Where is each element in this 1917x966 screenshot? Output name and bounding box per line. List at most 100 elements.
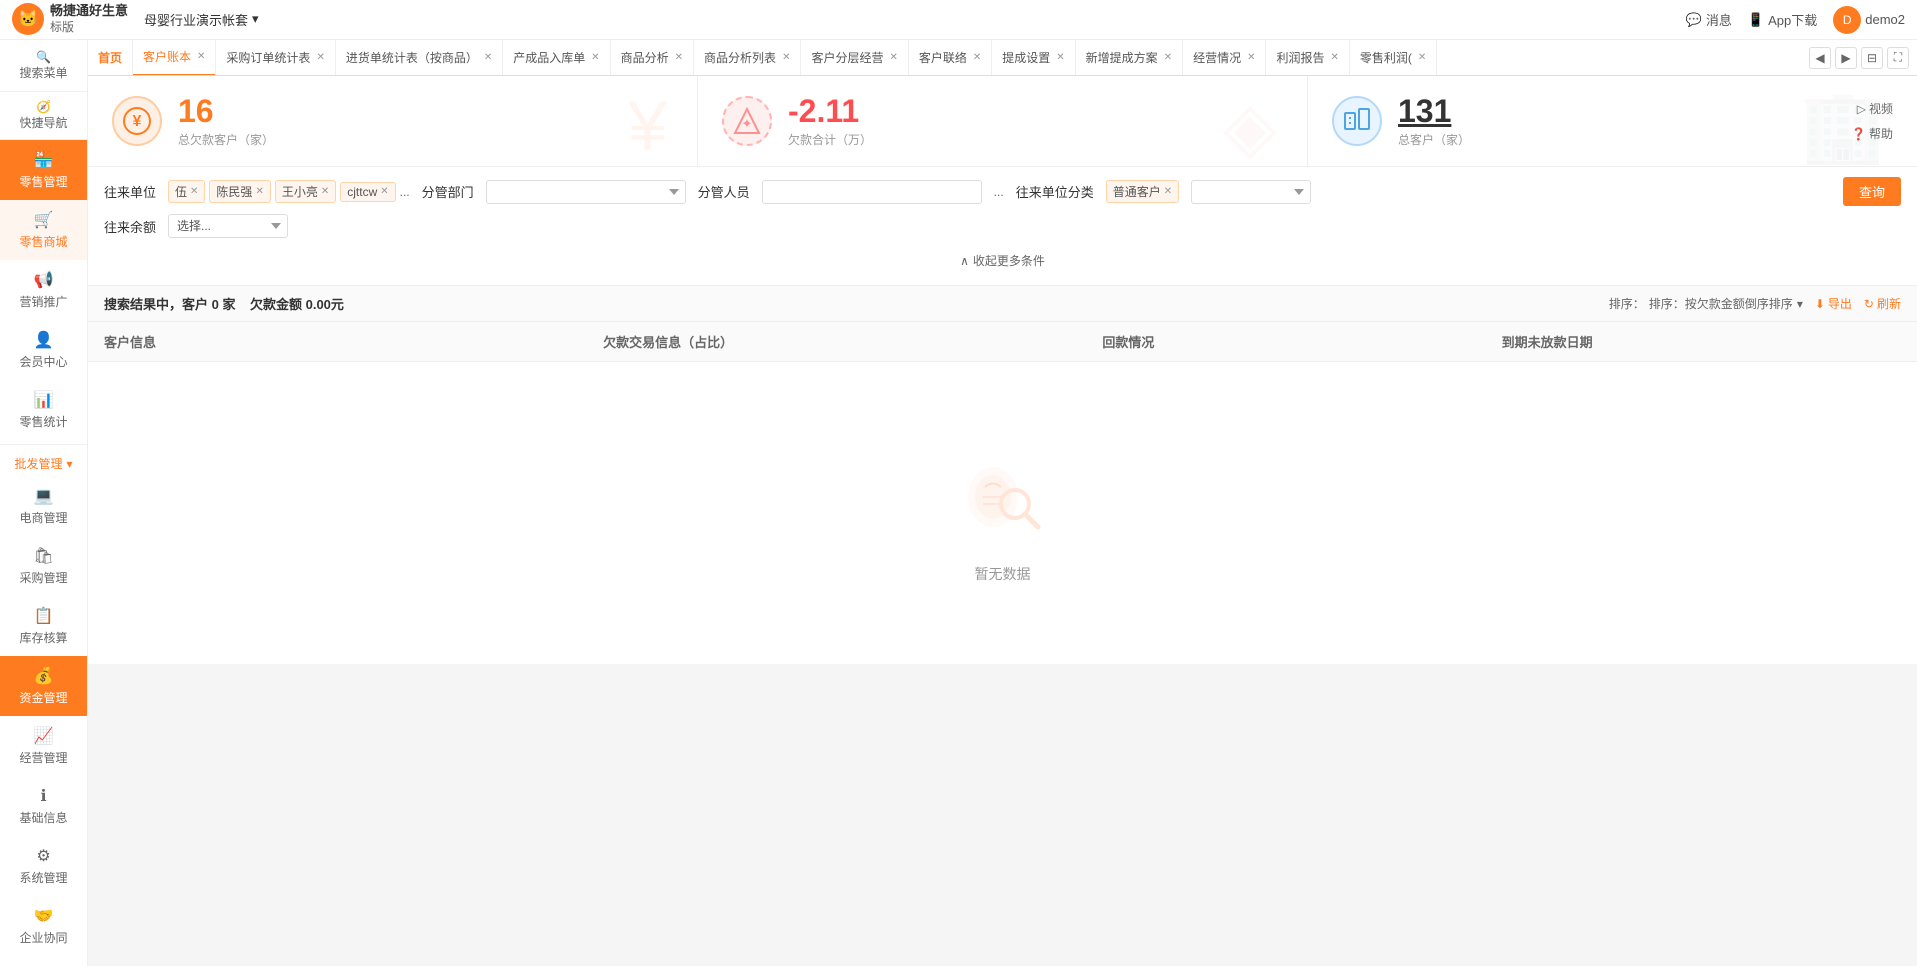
tab-customer-contact[interactable]: 客户联络 ✕: [909, 40, 992, 76]
sidebar-item-enterprise[interactable]: 🤝 企业协同: [0, 896, 87, 956]
clipboard-icon: 📋: [34, 606, 54, 626]
filter-select-unit-class[interactable]: [1191, 180, 1311, 204]
sidebar-item-zero-retail-mgmt[interactable]: 🏪 零售管理: [0, 140, 87, 200]
sidebar-item-basic[interactable]: ℹ 基础信息: [0, 776, 87, 836]
sidebar-item-marketing[interactable]: 📢 营销推广: [0, 260, 87, 320]
query-button[interactable]: 查询: [1843, 177, 1901, 206]
tab-scroll-right[interactable]: ▶: [1835, 47, 1857, 69]
tab-close-push-settings[interactable]: ✕: [1056, 52, 1064, 63]
tag-close-unit-2[interactable]: ✕: [255, 186, 263, 197]
user-info[interactable]: D demo2: [1833, 6, 1905, 34]
sidebar-group-batch[interactable]: 批发管理 ▾: [0, 449, 87, 476]
sidebar-item-zero-retail-mall[interactable]: 🛒 零售商城: [0, 200, 87, 260]
tab-purchase-order-stats[interactable]: 采购订单统计表 ✕: [216, 40, 335, 76]
filter-select-dept[interactable]: [486, 180, 686, 204]
chevron-down-icon: ▾: [252, 11, 259, 27]
avatar: D: [1833, 6, 1861, 34]
collapse-more-btn[interactable]: ∧ 收起更多条件: [104, 246, 1901, 275]
info-icon: ℹ: [40, 786, 46, 806]
stat-card-total-customers: 131 总客户（家） 🏢 ▷ 视频 ❓ 帮助: [1308, 76, 1917, 166]
tab-close-produce-in[interactable]: ✕: [591, 52, 599, 63]
filter-tags-unit-class: 普通客户 ✕: [1106, 180, 1179, 203]
tab-close-customer-ledger[interactable]: ✕: [197, 51, 205, 62]
tab-close-product-analysis[interactable]: ✕: [675, 52, 683, 63]
stat-label-total-customers: 总客户（家）: [1398, 131, 1470, 148]
filter-label-dept: 分管部门: [422, 182, 474, 201]
tab-close-customer-contact[interactable]: ✕: [973, 52, 981, 63]
logo-text: 畅捷通好生意 标版: [50, 3, 128, 35]
chevron-up-icon: ∧: [960, 254, 969, 268]
app-download-btn[interactable]: 📱 App下载: [1748, 10, 1817, 29]
chevron-icon: ▾: [66, 457, 72, 471]
sidebar-item-finance[interactable]: 💰 资金管理: [0, 656, 87, 716]
filter-row-1: 往来单位 伍 ✕ 陈民强 ✕ 王小亮 ✕: [104, 177, 1901, 206]
table-header: 客户信息 欠款交易信息（占比） 回款情况 到期未放款日期: [88, 322, 1917, 362]
sidebar-item-stock[interactable]: 📋 库存核算: [0, 596, 87, 656]
tab-close-purchase-in-stats[interactable]: ✕: [484, 52, 492, 63]
logo-icon: 🐱: [12, 3, 44, 35]
tag-close-unit-3[interactable]: ✕: [321, 186, 329, 197]
tab-retail-profit[interactable]: 零售利润( ✕: [1350, 40, 1437, 76]
sidebar-item-newbie[interactable]: 🎯 新手引导: [0, 956, 87, 966]
tab-close-customer-tier[interactable]: ✕: [889, 52, 897, 63]
tab-purchase-in-stats[interactable]: 进货单统计表（按商品） ✕: [336, 40, 503, 76]
filter-area: 往来单位 伍 ✕ 陈民强 ✕ 王小亮 ✕: [88, 167, 1917, 286]
stat-icon-debit-customers: ¥: [112, 96, 162, 146]
topbar-left: 🐱 畅捷通好生意 标版 母婴行业演示帐套 ▾: [12, 3, 267, 35]
tab-close-profit-report[interactable]: ✕: [1331, 52, 1339, 63]
sidebar-item-member[interactable]: 👤 会员中心: [0, 320, 87, 380]
store-icon: 🏪: [34, 150, 54, 170]
stat-label-debit-customers: 总欠款客户（家）: [178, 131, 274, 148]
tab-product-analysis[interactable]: 商品分析 ✕: [611, 40, 694, 76]
refresh-btn[interactable]: ↻ 刷新: [1864, 295, 1901, 312]
filter-input-person[interactable]: [762, 180, 982, 204]
table-empty: 暂无数据: [88, 362, 1917, 664]
tab-fullscreen[interactable]: ⛶: [1887, 47, 1909, 69]
filter-tag-unit-3[interactable]: 王小亮 ✕: [275, 180, 336, 203]
sort-selector[interactable]: 排序： 排序：按欠款金额倒序排序 ▾: [1609, 295, 1803, 312]
sidebar-divider-1: [0, 444, 87, 445]
tab-customer-ledger[interactable]: 客户账本 ✕: [133, 40, 216, 76]
sidebar-item-retail-stats[interactable]: 📊 零售统计: [0, 380, 87, 440]
tag-close-unit-1[interactable]: ✕: [190, 186, 198, 197]
tag-close-unit-class-1[interactable]: ✕: [1164, 186, 1172, 197]
tab-customer-tier[interactable]: 客户分层经营 ✕: [801, 40, 908, 76]
tab-push-settings[interactable]: 提成设置 ✕: [992, 40, 1075, 76]
tab-menu[interactable]: ⊟: [1861, 47, 1883, 69]
sidebar-item-sys[interactable]: ⚙ 系统管理: [0, 836, 87, 896]
tab-close-product-analysis-list[interactable]: ✕: [782, 52, 790, 63]
sidebar-item-ops[interactable]: 📈 经营管理: [0, 716, 87, 776]
sidebar-item-ecom[interactable]: 💻 电商管理: [0, 476, 87, 536]
page-body: ¥ 16 总欠款客户（家） ¥ ✦: [88, 76, 1917, 966]
filter-more-unit[interactable]: ...: [400, 185, 410, 199]
refresh-icon: ↻: [1864, 297, 1874, 311]
tag-close-unit-4[interactable]: ✕: [380, 186, 388, 197]
tab-close-retail-profit[interactable]: ✕: [1418, 52, 1426, 63]
org-selector[interactable]: 母婴行业演示帐套 ▾: [136, 10, 267, 29]
tab-close-new-push-scheme[interactable]: ✕: [1164, 52, 1172, 63]
stat-icon-total-customers: [1332, 96, 1382, 146]
sidebar-item-purchase[interactable]: 🛍 采购管理: [0, 536, 87, 596]
tab-ops-situation[interactable]: 经营情况 ✕: [1183, 40, 1266, 76]
tab-close-ops-situation[interactable]: ✕: [1247, 52, 1255, 63]
filter-tag-unit-class-1[interactable]: 普通客户 ✕: [1106, 180, 1179, 203]
svg-text:¥: ¥: [133, 113, 142, 130]
filter-select-balance[interactable]: 选择...: [168, 214, 288, 238]
filter-tag-unit-2[interactable]: 陈民强 ✕: [209, 180, 270, 203]
tab-scroll-left[interactable]: ◀: [1809, 47, 1831, 69]
filter-tag-unit-1[interactable]: 伍 ✕: [168, 180, 205, 203]
tab-produce-in[interactable]: 产成品入库单 ✕: [503, 40, 610, 76]
filter-tag-unit-4[interactable]: cjttcw ✕: [340, 182, 395, 202]
export-btn[interactable]: ⬇ 导出: [1815, 295, 1852, 312]
stat-info-total-customers: 131 总客户（家）: [1398, 95, 1470, 148]
tab-close-purchase-order-stats[interactable]: ✕: [316, 52, 324, 63]
tab-profit-report[interactable]: 利润报告 ✕: [1266, 40, 1349, 76]
main-layout: 🔍 搜索菜单 🧭 快捷导航 🏪 零售管理 🛒 零售商城 📢 营销推广 👤 会员: [0, 40, 1917, 966]
tab-home[interactable]: 首页: [88, 40, 133, 76]
message-btn[interactable]: 💬 消息: [1686, 10, 1732, 29]
filter-more-person[interactable]: ...: [994, 185, 1004, 199]
sidebar-quick-nav[interactable]: 🧭 快捷导航: [0, 92, 87, 140]
tab-product-analysis-list[interactable]: 商品分析列表 ✕: [694, 40, 801, 76]
tab-new-push-scheme[interactable]: 新增提成方案 ✕: [1076, 40, 1183, 76]
sidebar-search[interactable]: 🔍 搜索菜单: [0, 40, 87, 92]
